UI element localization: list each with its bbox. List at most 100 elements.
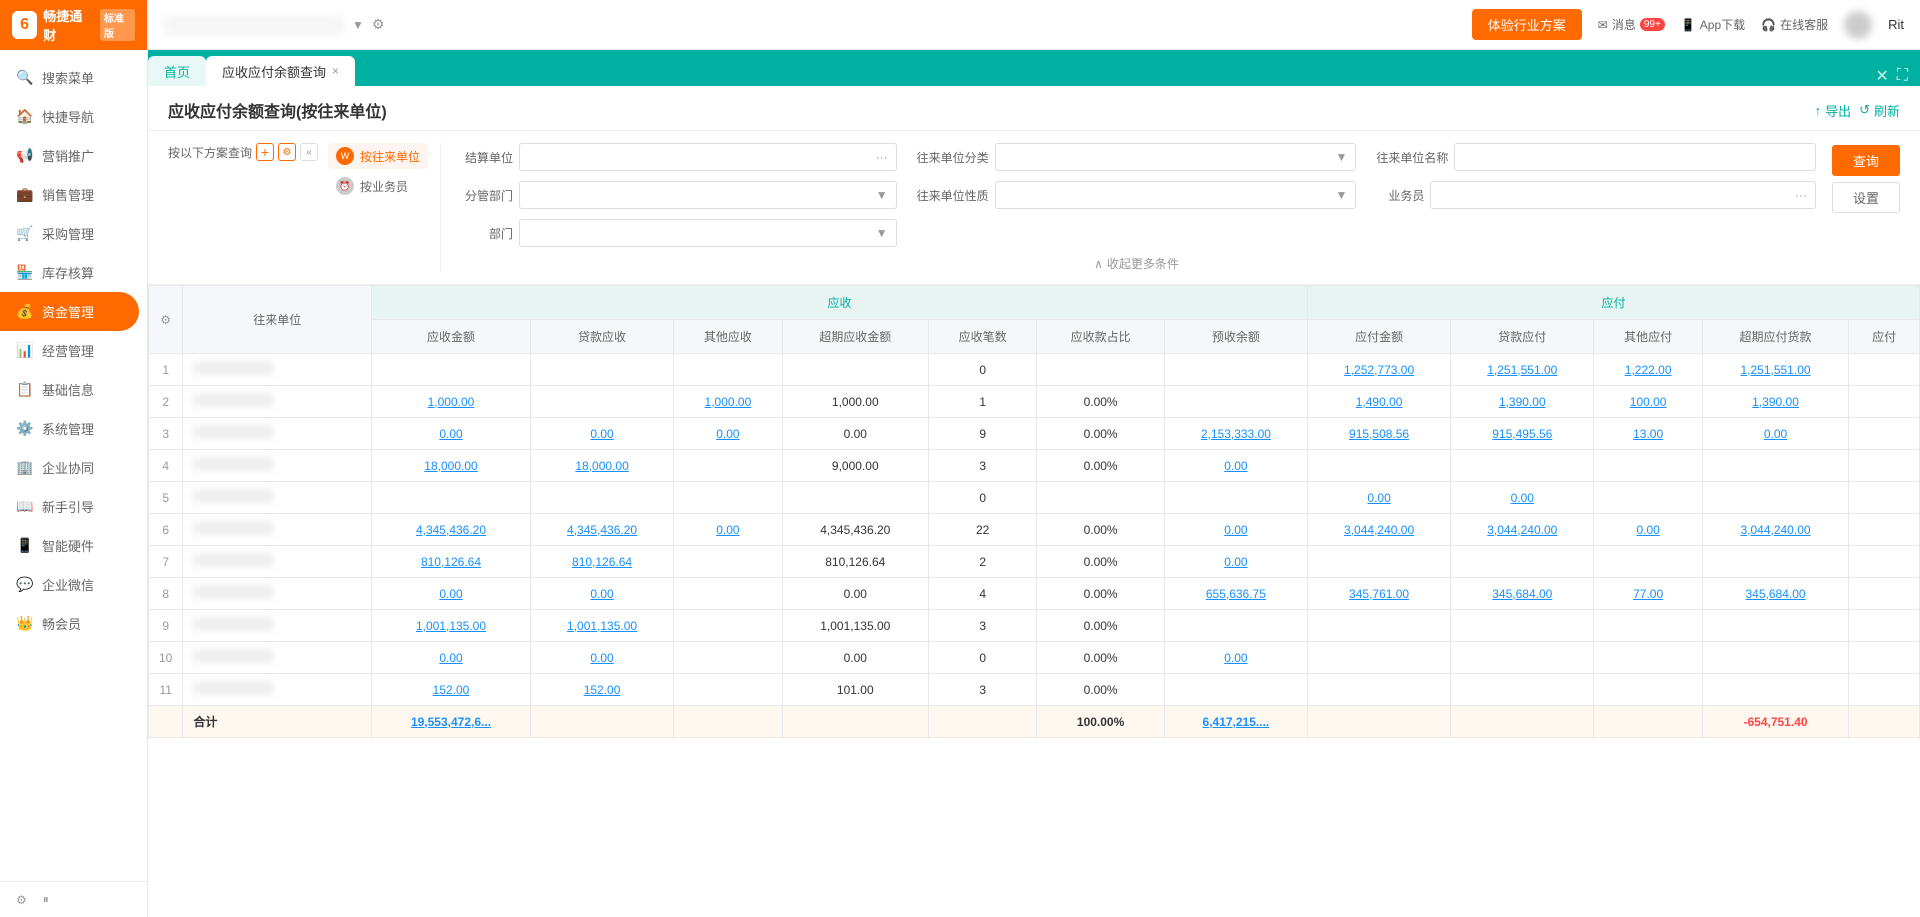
cell-link[interactable]: 2,153,333.00 xyxy=(1164,418,1307,450)
export-btn[interactable]: ↑ 导出 xyxy=(1815,101,1852,120)
table-settings-icon[interactable]: ⚙ xyxy=(160,313,171,327)
edit-scheme-icon[interactable]: ⚙ xyxy=(278,143,296,161)
tab-ar-ap[interactable]: 应收应付余额查询 × xyxy=(206,56,355,86)
online-service-btn[interactable]: 🎧 在线客服 xyxy=(1761,16,1828,33)
app-download-btn[interactable]: 📱 App下载 xyxy=(1681,16,1745,33)
cell-link[interactable]: 345,684.00 xyxy=(1451,578,1594,610)
tab-close-icon[interactable]: × xyxy=(332,64,339,78)
cell-link[interactable]: 0.00 xyxy=(1594,514,1703,546)
cell-link[interactable]: 345,684.00 xyxy=(1702,578,1848,610)
cell-link[interactable]: 1,390.00 xyxy=(1451,386,1594,418)
scheme-by-staff[interactable]: ⏰ 按业务员 xyxy=(328,173,428,199)
sidebar-item-finance[interactable]: 💰资金管理 xyxy=(0,292,139,331)
sidebar-item-basic[interactable]: 📋基础信息 xyxy=(0,370,147,409)
cell-link[interactable]: 1,251,551.00 xyxy=(1451,354,1594,386)
field-settlement-input[interactable]: ··· xyxy=(519,143,897,171)
collapse-icon: ∧ xyxy=(1094,257,1103,271)
sidebar-item-operation[interactable]: 📊经营管理 xyxy=(0,331,147,370)
cell-link[interactable]: 0.00 xyxy=(1451,482,1594,514)
sidebar-item-purchase[interactable]: 🛒采购管理 xyxy=(0,214,147,253)
sidebar-item-quicknav[interactable]: 🏠快捷导航 xyxy=(0,97,147,136)
sidebar-item-hardware[interactable]: 📱智能硬件 xyxy=(0,526,147,565)
cell-link[interactable]: 810,126.64 xyxy=(530,546,673,578)
query-btn[interactable]: 查询 xyxy=(1832,145,1900,176)
cell-link[interactable]: 1,001,135.00 xyxy=(372,610,531,642)
cell-link[interactable]: 0.00 xyxy=(1307,482,1450,514)
sidebar-item-inventory[interactable]: 🏪库存核算 xyxy=(0,253,147,292)
settings-bottom-icon[interactable]: ⚙ xyxy=(16,893,27,907)
cell-link[interactable]: 0.00 xyxy=(1164,450,1307,482)
field-unitname-input[interactable] xyxy=(1454,143,1816,171)
collapse-scheme-icon[interactable]: « xyxy=(300,143,318,161)
cell-val: 0 xyxy=(928,482,1037,514)
field-category-input[interactable]: ▼ xyxy=(995,143,1357,171)
cell-link[interactable]: 1,000.00 xyxy=(372,386,531,418)
tab-close-window-icon[interactable]: ✕ xyxy=(1875,66,1888,86)
cell-link[interactable]: 3,044,240.00 xyxy=(1702,514,1848,546)
cell-link[interactable]: 0.00 xyxy=(372,418,531,450)
cell-link[interactable]: 77.00 xyxy=(1594,578,1703,610)
cell-link[interactable]: 3,044,240.00 xyxy=(1307,514,1450,546)
field-dept2-input[interactable]: ▼ xyxy=(519,219,897,247)
cell-link[interactable]: 0.00 xyxy=(530,642,673,674)
cell-link[interactable]: 0.00 xyxy=(674,418,783,450)
cell-link[interactable]: 0.00 xyxy=(1164,642,1307,674)
total-ar-amount[interactable]: 19,553,472,6... xyxy=(372,706,531,738)
refresh-btn[interactable]: ↺ 刷新 xyxy=(1859,101,1900,120)
cell-link[interactable]: 18,000.00 xyxy=(372,450,531,482)
cell-link[interactable]: 1,390.00 xyxy=(1702,386,1848,418)
filter-collapse-btn[interactable]: ∧ 收起更多条件 xyxy=(457,255,1816,272)
sidebar-item-guide[interactable]: 📖新手引导 xyxy=(0,487,147,526)
cell-link[interactable]: 1,001,135.00 xyxy=(530,610,673,642)
sidebar-item-sales[interactable]: 💼销售管理 xyxy=(0,175,147,214)
tab-home[interactable]: 首页 xyxy=(148,56,206,86)
add-scheme-icon[interactable]: + xyxy=(256,143,274,161)
cell-link[interactable]: 0.00 xyxy=(1702,418,1848,450)
cell-link[interactable]: 345,761.00 xyxy=(1307,578,1450,610)
sidebar-item-wechat[interactable]: 💬企业微信 xyxy=(0,565,147,604)
field-nature-input[interactable]: ▼ xyxy=(995,181,1357,209)
cell-link[interactable]: 18,000.00 xyxy=(530,450,673,482)
cell-link[interactable]: 915,495.56 xyxy=(1451,418,1594,450)
cell-link[interactable]: 810,126.64 xyxy=(372,546,531,578)
sidebar-item-system[interactable]: ⚙️系统管理 xyxy=(0,409,147,448)
cell-link[interactable]: 0.00 xyxy=(674,514,783,546)
industry-solution-btn[interactable]: 体验行业方案 xyxy=(1472,9,1582,40)
sidebar-item-member[interactable]: 👑畅会员 xyxy=(0,604,147,643)
cell-link[interactable]: 13.00 xyxy=(1594,418,1703,450)
cell-link[interactable]: 4,345,436.20 xyxy=(372,514,531,546)
settings-icon[interactable]: ⚙ xyxy=(372,16,385,33)
cell-link[interactable]: 0.00 xyxy=(372,642,531,674)
cell-link[interactable]: 0.00 xyxy=(530,418,673,450)
pause-icon[interactable]: ⏸ xyxy=(43,892,49,907)
cell-link[interactable]: 0.00 xyxy=(1164,514,1307,546)
cell-link[interactable]: 1,490.00 xyxy=(1307,386,1450,418)
logo-icon: 6 xyxy=(12,11,37,39)
cell-link[interactable]: 1,222.00 xyxy=(1594,354,1703,386)
field-salesperson-input[interactable]: ··· xyxy=(1430,181,1816,209)
cell-link[interactable]: 0.00 xyxy=(372,578,531,610)
cell-link[interactable]: 4,345,436.20 xyxy=(530,514,673,546)
cell-link[interactable]: 152.00 xyxy=(530,674,673,706)
cell-link[interactable]: 1,252,773.00 xyxy=(1307,354,1450,386)
cell-link[interactable]: 0.00 xyxy=(1164,546,1307,578)
cell-link[interactable]: 1,000.00 xyxy=(674,386,783,418)
cell-link[interactable]: 3,044,240.00 xyxy=(1451,514,1594,546)
cell-link[interactable]: 655,636.75 xyxy=(1164,578,1307,610)
sidebar-item-search[interactable]: 🔍搜索菜单 xyxy=(0,58,147,97)
cell-link[interactable]: 0.00 xyxy=(530,578,673,610)
sidebar-item-corp[interactable]: 🏢企业协同 xyxy=(0,448,147,487)
message-btn[interactable]: ✉ 消息 99+ xyxy=(1598,16,1665,33)
cell-link[interactable]: 100.00 xyxy=(1594,386,1703,418)
settings-btn[interactable]: 设置 xyxy=(1832,182,1900,213)
cell-link[interactable]: 152.00 xyxy=(372,674,531,706)
cell-link[interactable]: 915,508.56 xyxy=(1307,418,1450,450)
cell-val: 3 xyxy=(928,610,1037,642)
sidebar-item-marketing[interactable]: 📢营销推广 xyxy=(0,136,147,175)
cell-link[interactable]: 1,251,551.00 xyxy=(1702,354,1848,386)
total-ar-prepay[interactable]: 6,417,215.... xyxy=(1164,706,1307,738)
scheme-by-unit[interactable]: W 按往来单位 xyxy=(328,143,428,169)
tab-expand-icon[interactable]: ⛶ xyxy=(1897,67,1908,85)
breadcrumb-dropdown-icon[interactable]: ▼ xyxy=(352,18,364,32)
field-dept-input[interactable]: ▼ xyxy=(519,181,897,209)
